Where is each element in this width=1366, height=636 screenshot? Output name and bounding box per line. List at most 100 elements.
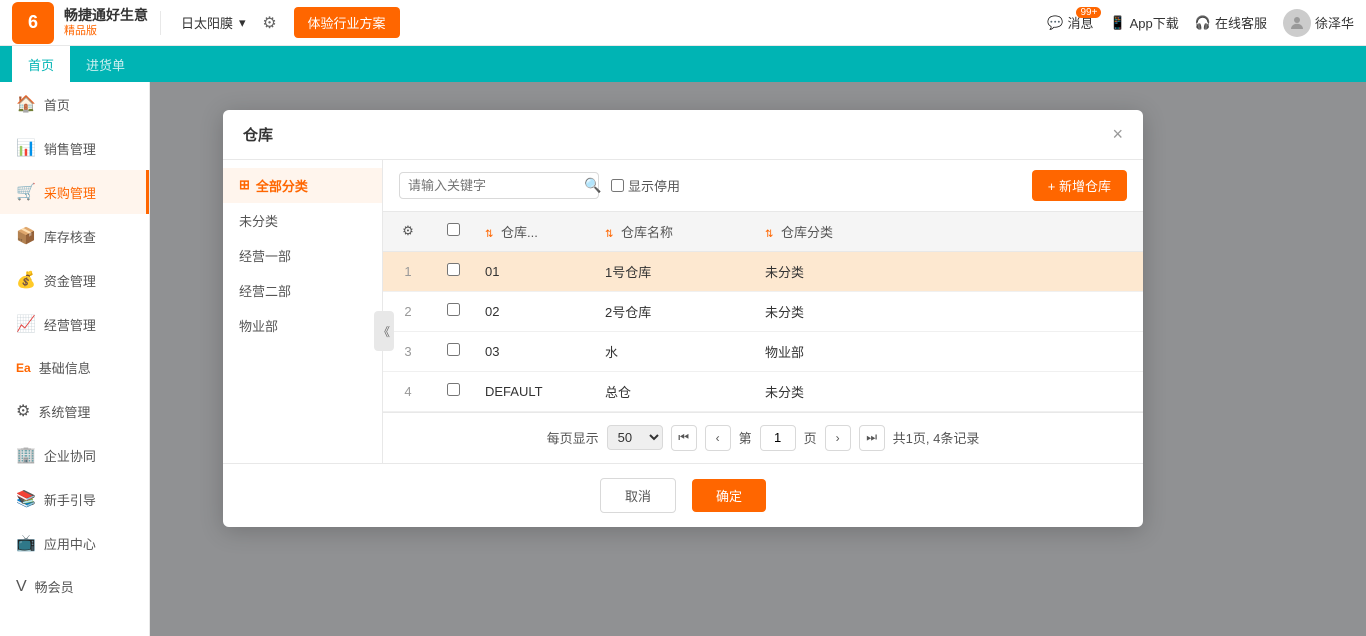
row-category: 未分类 (753, 251, 1143, 291)
category-item-property[interactable]: 物业部 (223, 308, 382, 343)
store-name: 日太阳膜 (181, 13, 233, 32)
row-checkbox[interactable] (447, 383, 460, 396)
row-name: 2号仓库 (593, 291, 753, 331)
row-checkbox-cell (433, 331, 473, 371)
modal-body: ⊞ 全部分类 未分类 经营一部 经营二部 物业部 (223, 160, 1143, 463)
modal-content-right: 🔍 显示停用 + 新增仓库 (383, 160, 1143, 463)
gear-icon: ⚙ (402, 223, 414, 238)
sidebar-item-vip[interactable]: V 畅会员 (0, 565, 149, 608)
prev-page-button[interactable]: ‹ (705, 425, 731, 451)
warehouse-modal: 仓库 × ⊞ 全部分类 未分类 经营一 (223, 110, 1143, 527)
home-icon: 🏠 (16, 94, 36, 114)
main-layout: 🏠 首页 📊 销售管理 🛒 采购管理 📦 库存核查 💰 资金管理 📈 经营管理 … (0, 82, 1366, 636)
row-checkbox-cell (433, 251, 473, 291)
sidebar-item-home[interactable]: 🏠 首页 (0, 82, 149, 126)
row-checkbox[interactable] (447, 303, 460, 316)
category-sidebar: ⊞ 全部分类 未分类 经营一部 经营二部 物业部 (223, 160, 383, 463)
show-disabled-checkbox[interactable] (611, 179, 624, 192)
search-box: 🔍 (399, 172, 599, 199)
enterprise-icon: 🏢 (16, 445, 36, 465)
inventory-icon: 📦 (16, 226, 36, 246)
phone-icon: 📱 (1109, 15, 1125, 31)
table-row[interactable]: 4 DEFAULT 总仓 未分类 (383, 371, 1143, 411)
category-item-unclassified[interactable]: 未分类 (223, 203, 382, 238)
pagination: 每页显示 50 20 100 ⏮ ‹ 第 页 › (383, 412, 1143, 463)
first-page-button[interactable]: ⏮ (671, 425, 697, 451)
page-suffix: 页 (804, 428, 817, 447)
sort-icon-code: ⇅ (485, 229, 493, 240)
cancel-button[interactable]: 取消 (600, 478, 676, 513)
basic-info-icon: Ea (16, 361, 31, 375)
row-checkbox-cell (433, 291, 473, 331)
row-checkbox-cell (433, 371, 473, 411)
add-warehouse-button[interactable]: + 新增仓库 (1032, 170, 1127, 201)
modal-overlay: 仓库 × ⊞ 全部分类 未分类 经营一 (150, 82, 1366, 636)
notifications-item[interactable]: 💬 消息 99+ (1047, 13, 1093, 32)
row-category: 物业部 (753, 331, 1143, 371)
row-code: DEFAULT (473, 371, 593, 411)
finance-icon: 💰 (16, 270, 36, 290)
grid-icon: ⊞ (239, 177, 250, 193)
row-index: 1 (383, 251, 433, 291)
sidebar-item-enterprise[interactable]: 🏢 企业协同 (0, 433, 149, 477)
trial-button[interactable]: 体验行业方案 (294, 7, 400, 38)
category-item-dept1[interactable]: 经营一部 (223, 238, 382, 273)
sidebar-item-sales[interactable]: 📊 销售管理 (0, 126, 149, 170)
sidebar-item-business[interactable]: 📈 经营管理 (0, 302, 149, 346)
last-page-button[interactable]: ⏭ (859, 425, 885, 451)
show-disabled-label: 显示停用 (611, 176, 680, 195)
table-row[interactable]: 3 03 水 物业部 (383, 331, 1143, 371)
table-col-gear: ⚙ (383, 212, 433, 252)
modal-footer: 取消 确定 (223, 463, 1143, 527)
table-row[interactable]: 2 02 2号仓库 未分类 (383, 291, 1143, 331)
user-item[interactable]: 徐泽华 (1283, 9, 1354, 37)
category-all[interactable]: ⊞ 全部分类 (223, 168, 382, 203)
page-number-input[interactable] (760, 425, 796, 451)
app-download-item[interactable]: 📱 App下载 (1109, 13, 1178, 32)
sort-icon-name: ⇅ (605, 229, 613, 240)
avatar (1283, 9, 1311, 37)
search-input[interactable] (408, 178, 584, 193)
headset-icon: 🎧 (1195, 15, 1211, 31)
modal-title: 仓库 (243, 124, 273, 145)
category-item-dept2[interactable]: 经营二部 (223, 273, 382, 308)
category-collapse-button[interactable]: 《 (374, 311, 394, 351)
row-name: 水 (593, 331, 753, 371)
sidebar-item-system[interactable]: ⚙ 系统管理 (0, 389, 149, 433)
row-category: 未分类 (753, 291, 1143, 331)
top-header: 6 畅捷通好生意 精品版 日太阳膜 ▾ ⚙ 体验行业方案 💬 消息 99+ 📱 … (0, 0, 1366, 46)
row-category: 未分类 (753, 371, 1143, 411)
settings-icon[interactable]: ⚙ (254, 7, 286, 39)
modal-close-button[interactable]: × (1112, 124, 1123, 145)
table-col-code: ⇅ 仓库... (473, 212, 593, 252)
row-checkbox[interactable] (447, 263, 460, 276)
sidebar-item-inventory[interactable]: 📦 库存核查 (0, 214, 149, 258)
brand-logo: 6 (12, 2, 54, 44)
brand-name: 畅捷通好生意 (64, 6, 148, 24)
sidebar-item-finance[interactable]: 💰 资金管理 (0, 258, 149, 302)
chevron-down-icon: ▾ (239, 15, 246, 31)
sidebar-item-app-center[interactable]: 📺 应用中心 (0, 521, 149, 565)
next-page-button[interactable]: › (825, 425, 851, 451)
store-selector[interactable]: 日太阳膜 ▾ (173, 9, 254, 36)
row-name: 1号仓库 (593, 251, 753, 291)
sidebar-item-guide[interactable]: 📚 新手引导 (0, 477, 149, 521)
row-name: 总仓 (593, 371, 753, 411)
nav-tabs: 首页 进货单 (0, 46, 1366, 82)
guide-icon: 📚 (16, 489, 36, 509)
row-checkbox[interactable] (447, 343, 460, 356)
content-area: 仓库 × ⊞ 全部分类 未分类 经营一 (150, 82, 1366, 636)
confirm-button[interactable]: 确定 (692, 479, 766, 512)
sidebar: 🏠 首页 📊 销售管理 🛒 采购管理 📦 库存核查 💰 资金管理 📈 经营管理 … (0, 82, 150, 636)
system-icon: ⚙ (16, 401, 30, 421)
table-row[interactable]: 1 01 1号仓库 未分类 (383, 251, 1143, 291)
tab-purchase-order[interactable]: 进货单 (70, 46, 141, 82)
sidebar-item-basic-info[interactable]: Ea 基础信息 (0, 346, 149, 389)
tab-home[interactable]: 首页 (12, 46, 70, 82)
row-code: 01 (473, 251, 593, 291)
per-page-select[interactable]: 50 20 100 (607, 425, 663, 450)
table-col-check (433, 212, 473, 252)
sidebar-item-purchase[interactable]: 🛒 采购管理 (0, 170, 149, 214)
select-all-checkbox[interactable] (447, 223, 460, 236)
online-service-item[interactable]: 🎧 在线客服 (1195, 13, 1267, 32)
